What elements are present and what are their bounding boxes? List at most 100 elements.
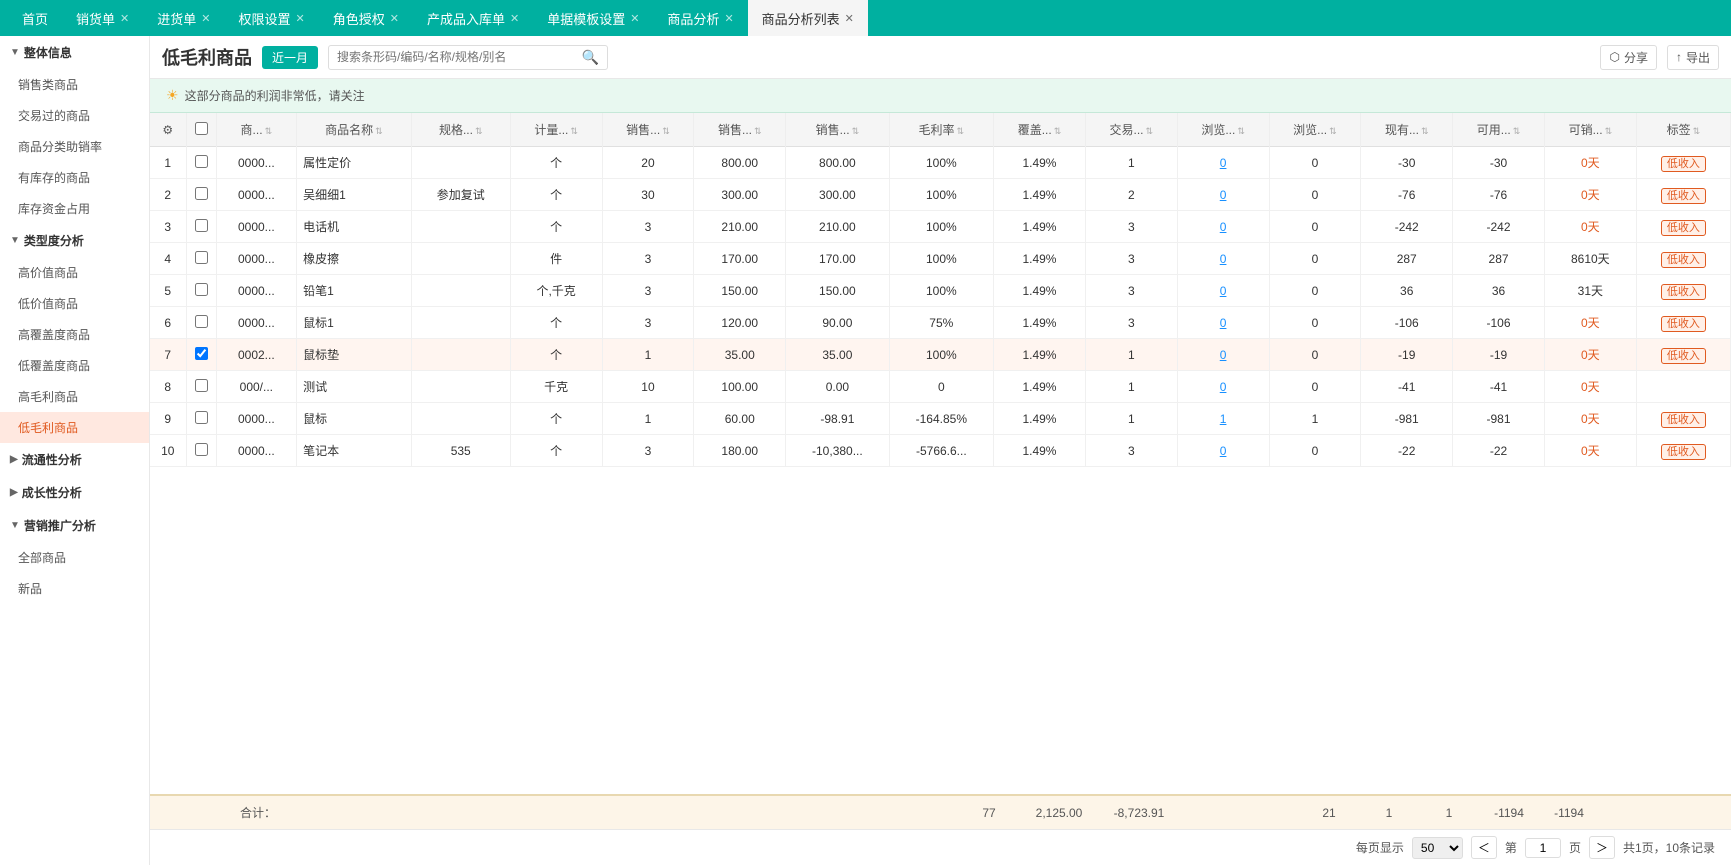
row-views1[interactable]: 1 xyxy=(1177,403,1269,435)
col-sales-amt[interactable]: 销售...⇅ xyxy=(694,113,786,147)
sidebar-section-liquidity[interactable]: ▶ 流通性分析 xyxy=(0,443,149,476)
row-checkbox[interactable] xyxy=(195,347,208,360)
sidebar-item-all-goods[interactable]: 全部商品 xyxy=(0,542,149,573)
col-name[interactable]: 商品名称⇅ xyxy=(297,113,412,147)
nav-products-close[interactable]: ✕ xyxy=(510,12,519,25)
nav-analysis[interactable]: 商品分析 ✕ xyxy=(653,0,747,36)
next-page-button[interactable]: ＞ xyxy=(1589,836,1615,859)
col-margin[interactable]: 毛利率⇅ xyxy=(889,113,993,147)
sidebar-item-low-margin[interactable]: 低毛利商品 xyxy=(0,412,149,443)
col-sellable[interactable]: 可销...⇅ xyxy=(1544,113,1636,147)
views1-link[interactable]: 0 xyxy=(1220,380,1227,394)
views1-link[interactable]: 1 xyxy=(1220,412,1227,426)
search-input[interactable] xyxy=(337,50,582,64)
row-checkbox-cell[interactable] xyxy=(186,179,216,211)
page-number-input[interactable] xyxy=(1525,838,1561,858)
sidebar-section-type[interactable]: ▼ 类型度分析 xyxy=(0,224,149,257)
row-views1[interactable]: 0 xyxy=(1177,147,1269,179)
sidebar-section-overall[interactable]: ▼ 整体信息 xyxy=(0,36,149,69)
nav-purchase[interactable]: 进货单 ✕ xyxy=(143,0,224,36)
nav-analysis-list[interactable]: 商品分析列表 ✕ xyxy=(748,0,868,36)
sidebar-item-sales-goods[interactable]: 销售类商品 xyxy=(0,69,149,100)
col-settings[interactable]: ⚙ xyxy=(150,113,186,147)
row-checkbox-cell[interactable] xyxy=(186,307,216,339)
sidebar-section-growth[interactable]: ▶ 成长性分析 xyxy=(0,476,149,509)
col-sales-qty[interactable]: 销售...⇅ xyxy=(602,113,694,147)
col-trades[interactable]: 交易...⇅ xyxy=(1085,113,1177,147)
sidebar-item-traded-goods[interactable]: 交易过的商品 xyxy=(0,100,149,131)
prev-page-button[interactable]: ＜ xyxy=(1471,836,1497,859)
sidebar-item-capital[interactable]: 库存资金占用 xyxy=(0,193,149,224)
row-views1[interactable]: 0 xyxy=(1177,339,1269,371)
views1-link[interactable]: 0 xyxy=(1220,348,1227,362)
nav-template[interactable]: 单据模板设置 ✕ xyxy=(533,0,653,36)
col-checkbox-all[interactable] xyxy=(186,113,216,147)
row-views1[interactable]: 0 xyxy=(1177,371,1269,403)
row-checkbox[interactable] xyxy=(195,443,208,456)
row-views1[interactable]: 0 xyxy=(1177,243,1269,275)
row-checkbox-cell[interactable] xyxy=(186,275,216,307)
sidebar-item-in-stock[interactable]: 有库存的商品 xyxy=(0,162,149,193)
row-checkbox-cell[interactable] xyxy=(186,403,216,435)
col-views1[interactable]: 浏览...⇅ xyxy=(1177,113,1269,147)
nav-purchase-close[interactable]: ✕ xyxy=(201,12,210,25)
row-checkbox-cell[interactable] xyxy=(186,243,216,275)
period-button[interactable]: 近一月 xyxy=(262,46,318,69)
views1-link[interactable]: 0 xyxy=(1220,188,1227,202)
nav-template-close[interactable]: ✕ xyxy=(630,12,639,25)
col-views2[interactable]: 浏览...⇅ xyxy=(1269,113,1361,147)
row-views1[interactable]: 0 xyxy=(1177,211,1269,243)
nav-products[interactable]: 产成品入库单 ✕ xyxy=(413,0,533,36)
sidebar-item-category-rate[interactable]: 商品分类助销率 xyxy=(0,131,149,162)
views1-link[interactable]: 0 xyxy=(1220,316,1227,330)
row-checkbox[interactable] xyxy=(195,283,208,296)
share-button[interactable]: ⬡ 分享 xyxy=(1600,45,1657,70)
page-size-select[interactable]: 50 100 xyxy=(1412,837,1463,859)
nav-roles[interactable]: 角色授权 ✕ xyxy=(319,0,413,36)
col-unit[interactable]: 计量...⇅ xyxy=(510,113,602,147)
col-tag[interactable]: 标签⇅ xyxy=(1636,113,1730,147)
col-code[interactable]: 商...⇅ xyxy=(216,113,297,147)
nav-permissions[interactable]: 权限设置 ✕ xyxy=(224,0,318,36)
sidebar-item-low-value[interactable]: 低价值商品 xyxy=(0,288,149,319)
sidebar-section-marketing[interactable]: ▼ 营销推广分析 xyxy=(0,509,149,542)
col-stock-cur[interactable]: 现有...⇅ xyxy=(1361,113,1453,147)
col-coverage[interactable]: 覆盖...⇅ xyxy=(994,113,1086,147)
export-button[interactable]: ↑ 导出 xyxy=(1667,45,1719,70)
views1-link[interactable]: 0 xyxy=(1220,284,1227,298)
row-views1[interactable]: 0 xyxy=(1177,275,1269,307)
col-stock-avail[interactable]: 可用...⇅ xyxy=(1453,113,1545,147)
sidebar-item-high-margin[interactable]: 高毛利商品 xyxy=(0,381,149,412)
nav-analysis-close[interactable]: ✕ xyxy=(724,12,733,25)
row-checkbox-cell[interactable] xyxy=(186,435,216,467)
views1-link[interactable]: 0 xyxy=(1220,444,1227,458)
sidebar-item-high-coverage[interactable]: 高覆盖度商品 xyxy=(0,319,149,350)
sidebar-item-low-coverage[interactable]: 低覆盖度商品 xyxy=(0,350,149,381)
nav-home[interactable]: 首页 xyxy=(8,0,62,36)
row-checkbox-cell[interactable] xyxy=(186,211,216,243)
views1-link[interactable]: 0 xyxy=(1220,156,1227,170)
views1-link[interactable]: 0 xyxy=(1220,252,1227,266)
row-checkbox[interactable] xyxy=(195,411,208,424)
row-checkbox[interactable] xyxy=(195,219,208,232)
row-checkbox[interactable] xyxy=(195,379,208,392)
search-icon[interactable]: 🔍 xyxy=(582,49,599,66)
row-checkbox-cell[interactable] xyxy=(186,339,216,371)
row-views1[interactable]: 0 xyxy=(1177,307,1269,339)
sidebar-item-new-goods[interactable]: 新品 xyxy=(0,573,149,604)
nav-permissions-close[interactable]: ✕ xyxy=(296,12,305,25)
sidebar-item-high-value[interactable]: 高价值商品 xyxy=(0,257,149,288)
row-views1[interactable]: 0 xyxy=(1177,179,1269,211)
select-all-checkbox[interactable] xyxy=(195,122,208,135)
views1-link[interactable]: 0 xyxy=(1220,220,1227,234)
nav-sales-close[interactable]: ✕ xyxy=(120,12,129,25)
row-checkbox-cell[interactable] xyxy=(186,371,216,403)
row-checkbox[interactable] xyxy=(195,315,208,328)
row-views1[interactable]: 0 xyxy=(1177,435,1269,467)
nav-sales[interactable]: 销货单 ✕ xyxy=(62,0,143,36)
row-checkbox[interactable] xyxy=(195,187,208,200)
row-checkbox-cell[interactable] xyxy=(186,147,216,179)
nav-roles-close[interactable]: ✕ xyxy=(390,12,399,25)
row-checkbox[interactable] xyxy=(195,251,208,264)
col-spec[interactable]: 规格...⇅ xyxy=(411,113,510,147)
